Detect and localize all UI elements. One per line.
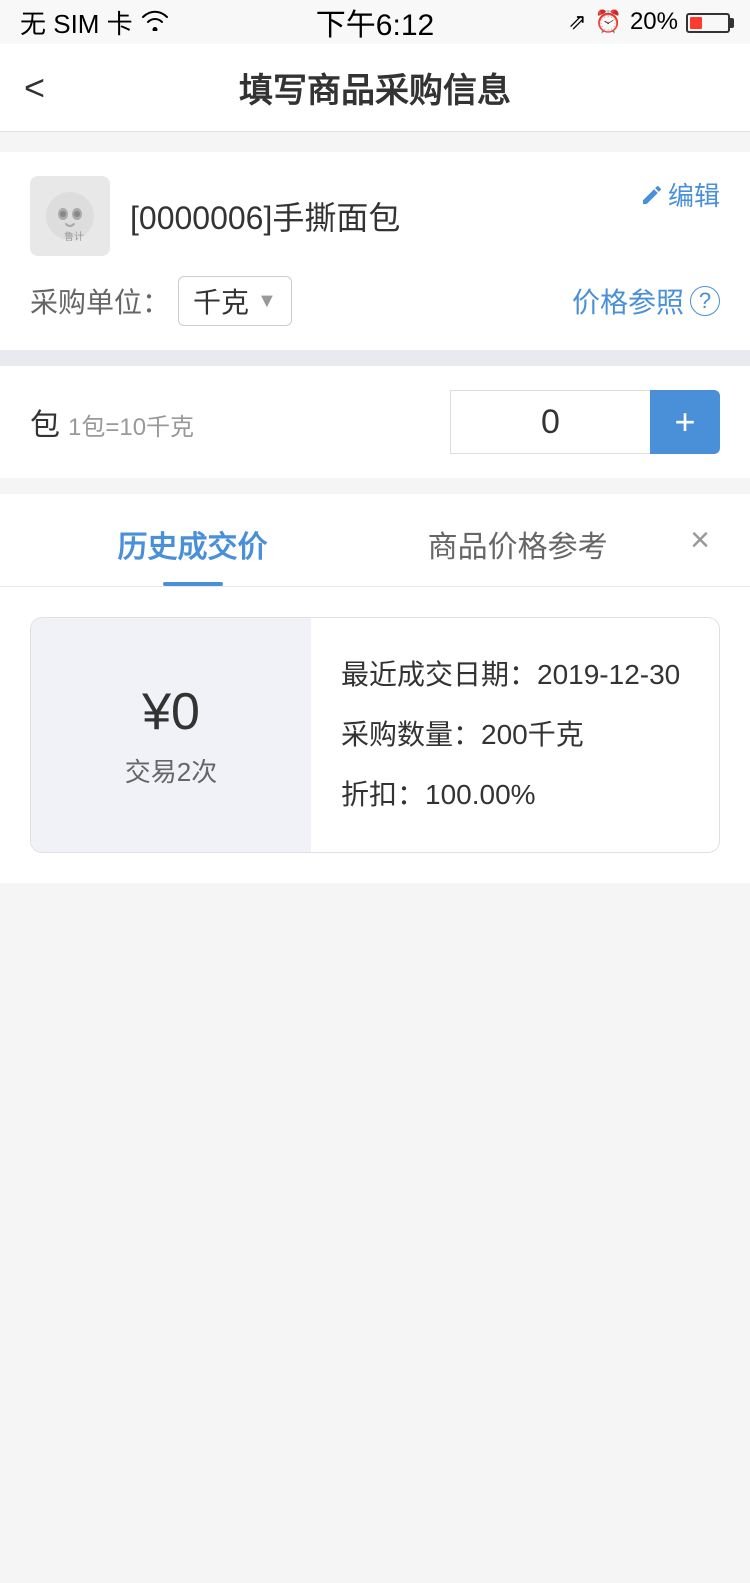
price-amount: ¥0 bbox=[142, 682, 200, 742]
product-card: 鲁计 [0000006]手撕面包 编辑 采购单位： 千克 ▼ 价格参照 ? bbox=[0, 152, 750, 350]
battery-percent: 20% bbox=[630, 8, 678, 36]
product-thumbnail: 鲁计 bbox=[30, 176, 110, 256]
quantity-detail-value: 200千克 bbox=[481, 719, 584, 750]
tab-history-price[interactable]: 历史成交价 bbox=[30, 494, 355, 586]
qty-controls: 0 + bbox=[450, 390, 720, 454]
currency-symbol: ¥ bbox=[142, 683, 171, 741]
main-content bbox=[0, 883, 750, 1583]
price-value: 0 bbox=[171, 683, 200, 741]
product-logo: 鲁计 bbox=[40, 186, 100, 246]
product-left: 鲁计 [0000006]手撕面包 bbox=[30, 176, 400, 256]
price-right-panel: 最近成交日期：2019-12-30 采购数量：200千克 折扣：100.00% bbox=[311, 618, 719, 852]
edit-icon bbox=[640, 183, 664, 207]
edit-label: 编辑 bbox=[668, 176, 720, 213]
unit-select[interactable]: 千克 ▼ bbox=[178, 276, 292, 326]
unit-label: 采购单位： bbox=[30, 281, 170, 321]
wifi-icon bbox=[141, 7, 169, 38]
question-icon: ? bbox=[690, 286, 720, 316]
svg-text:鲁计: 鲁计 bbox=[64, 230, 84, 243]
price-left-panel: ¥0 交易2次 bbox=[31, 618, 311, 852]
page-title: 填写商品采购信息 bbox=[239, 63, 511, 112]
discount-label: 折扣： bbox=[341, 779, 425, 810]
quantity-input[interactable]: 0 bbox=[450, 390, 650, 454]
tab-price-ref[interactable]: 商品价格参考 bbox=[355, 494, 680, 586]
nav-bar: < 填写商品采购信息 bbox=[0, 44, 750, 132]
status-left: 无 SIM 卡 bbox=[20, 4, 169, 41]
alarm-icon: ⏰ bbox=[595, 9, 622, 35]
history-content: ¥0 交易2次 最近成交日期：2019-12-30 采购数量：200千克 折扣：… bbox=[0, 587, 750, 883]
tabs-header: 历史成交价 商品价格参考 × bbox=[0, 494, 750, 587]
product-name: [0000006]手撕面包 bbox=[130, 193, 400, 239]
status-right: ⇗ ⏰ 20% bbox=[568, 8, 730, 36]
recent-date-value: 2019-12-30 bbox=[537, 659, 680, 690]
edit-button[interactable]: 编辑 bbox=[640, 176, 720, 213]
unit-value: 千克 bbox=[193, 281, 249, 321]
qty-main-label: 包 bbox=[30, 400, 60, 444]
location-icon: ⇗ bbox=[568, 9, 586, 35]
quantity-row-detail: 采购数量：200千克 bbox=[341, 714, 689, 756]
price-ref-button[interactable]: 价格参照 ? bbox=[572, 281, 720, 321]
tab-close-button[interactable]: × bbox=[680, 521, 720, 560]
price-info-card: ¥0 交易2次 最近成交日期：2019-12-30 采购数量：200千克 折扣：… bbox=[30, 617, 720, 853]
qty-plus-button[interactable]: + bbox=[650, 390, 720, 454]
price-ref-label: 价格参照 bbox=[572, 281, 684, 321]
status-bar: 无 SIM 卡 下午6:12 ⇗ ⏰ 20% bbox=[0, 0, 750, 44]
product-unit-row: 采购单位： 千克 ▼ 价格参照 ? bbox=[30, 276, 720, 326]
quantity-detail-label: 采购数量： bbox=[341, 719, 481, 750]
quantity-row: 包 1包=10千克 0 + bbox=[0, 366, 750, 478]
battery-icon bbox=[686, 8, 730, 36]
price-times: 交易2次 bbox=[125, 752, 217, 789]
chevron-down-icon: ▼ bbox=[257, 290, 277, 313]
recent-date-label: 最近成交日期： bbox=[341, 659, 537, 690]
discount-row: 折扣：100.00% bbox=[341, 774, 689, 816]
section-divider bbox=[0, 350, 750, 366]
discount-value: 100.00% bbox=[425, 779, 536, 810]
product-header: 鲁计 [0000006]手撕面包 编辑 bbox=[30, 176, 720, 256]
recent-date-row: 最近成交日期：2019-12-30 bbox=[341, 654, 689, 696]
back-button[interactable]: < bbox=[24, 67, 45, 109]
carrier-text: 无 SIM 卡 bbox=[20, 4, 133, 41]
tabs-container: 历史成交价 商品价格参考 × ¥0 交易2次 最近成交日期：2019-12-30… bbox=[0, 494, 750, 883]
time-display: 下午6:12 bbox=[316, 0, 434, 44]
qty-sub-label: 1包=10千克 bbox=[68, 407, 194, 442]
quantity-label: 包 1包=10千克 bbox=[30, 400, 194, 444]
